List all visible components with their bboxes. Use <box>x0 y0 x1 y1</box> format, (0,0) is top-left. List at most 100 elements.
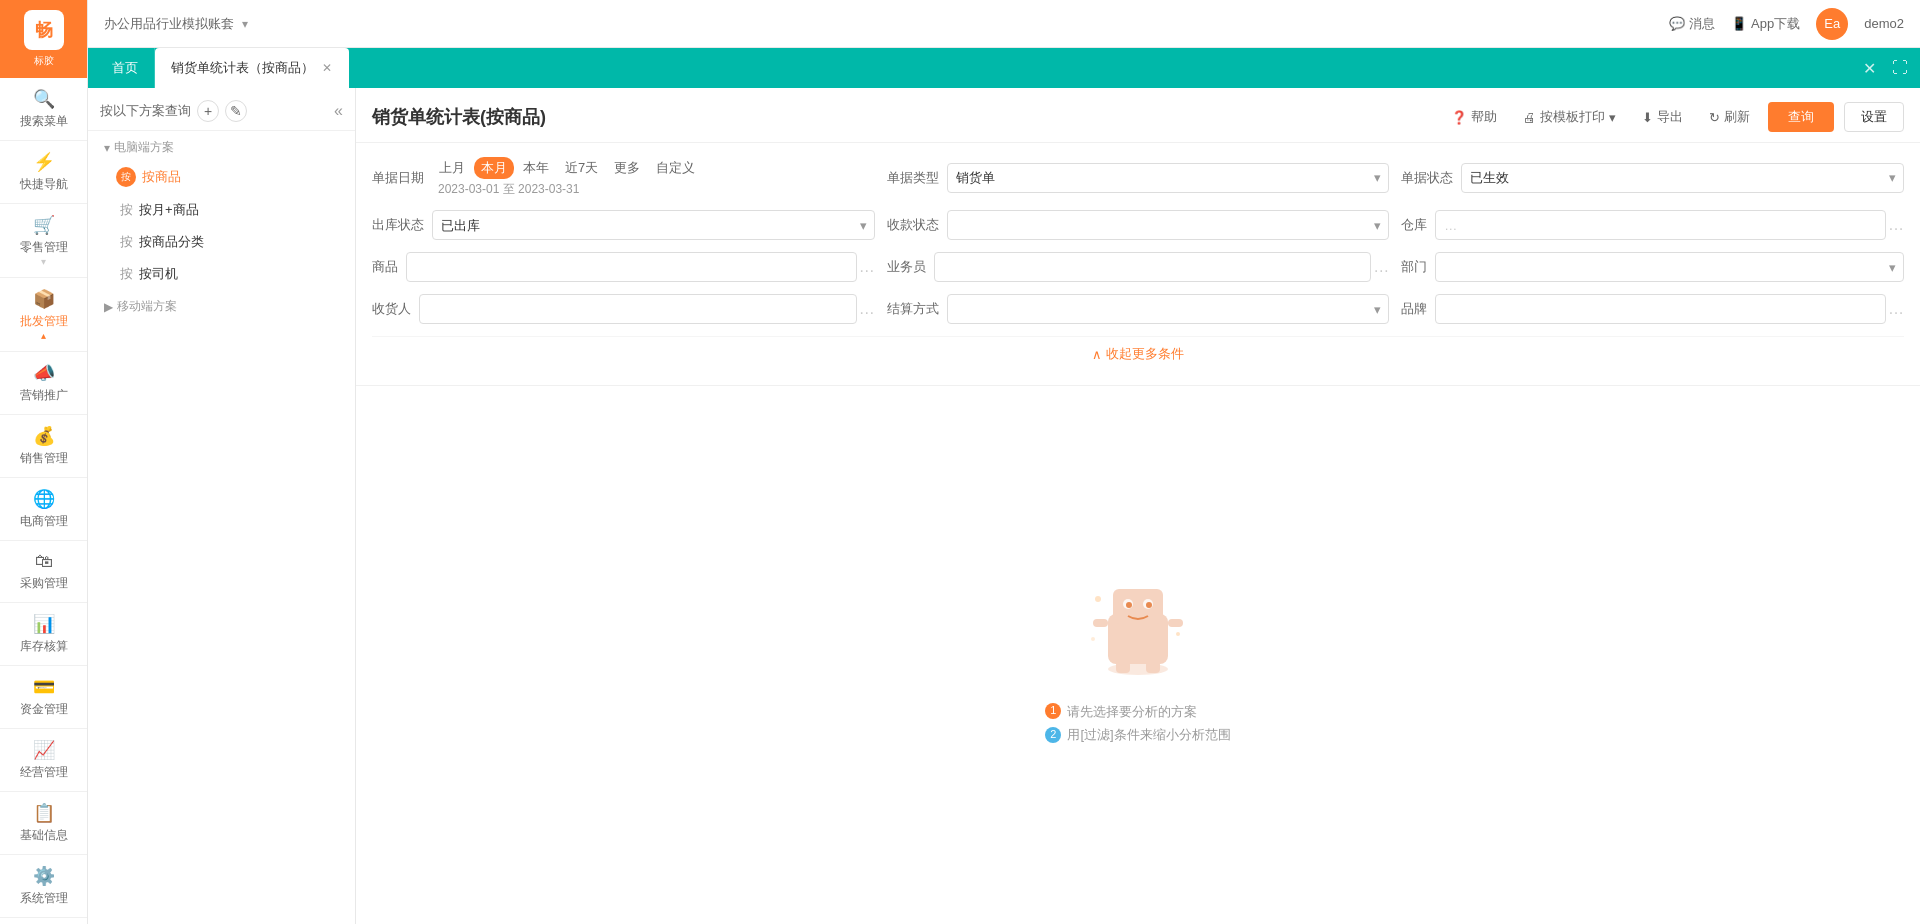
sidebar-item-purchase[interactable]: 🛍 采购管理 <box>0 541 87 603</box>
tip-dot-2: 2 <box>1045 727 1061 743</box>
recipient-input[interactable] <box>419 294 857 324</box>
warehouse-ellipsis[interactable]: … <box>1888 216 1904 234</box>
add-scheme-btn[interactable]: + <box>197 100 219 122</box>
settlement-select[interactable] <box>947 294 1390 324</box>
date-last-month-btn[interactable]: 上月 <box>432 157 472 179</box>
edit-scheme-btn[interactable]: ✎ <box>225 100 247 122</box>
sidebar-item-label: 电商管理 <box>20 513 68 530</box>
settings-btn[interactable]: 设置 <box>1844 102 1904 132</box>
sidebar-item-ecommerce[interactable]: 🌐 电商管理 <box>0 478 87 541</box>
sidebar-item-inventory[interactable]: 📊 库存核算 <box>0 603 87 666</box>
warehouse-input[interactable] <box>1435 210 1886 240</box>
tree-item-by-driver[interactable]: 按 按司机 <box>120 258 355 290</box>
tab-report[interactable]: 销货单统计表（按商品） ✕ <box>155 48 349 88</box>
sidebar-item-quicknav[interactable]: ⚡ 快捷导航 <box>0 141 87 204</box>
expand-icon-active: ▴ <box>41 330 46 341</box>
out-status-select[interactable]: 已出库 <box>432 210 875 240</box>
export-btn[interactable]: ⬇ 导出 <box>1634 104 1691 130</box>
retail-icon: 🛒 <box>33 214 55 236</box>
print-icon: 🖨 <box>1523 110 1536 125</box>
purchase-icon: 🛍 <box>35 551 53 572</box>
sidebar-item-basicinfo[interactable]: 📋 基础信息 <box>0 792 87 855</box>
doc-status-label: 单据状态 <box>1401 169 1453 187</box>
date-last7-btn[interactable]: 近7天 <box>558 157 605 179</box>
brand-input[interactable] <box>1435 294 1886 324</box>
filter-department: 部门 <box>1401 252 1904 282</box>
sidebar-item-label: 资金管理 <box>20 701 68 718</box>
mobile-section-label: ▶ 移动端方案 <box>88 290 355 319</box>
industry-dropdown-icon[interactable]: ▾ <box>242 17 248 31</box>
filter-row-2: 出库状态 已出库 收款状态 <box>372 210 1904 240</box>
user-name: demo2 <box>1864 16 1904 31</box>
brand-ellipsis[interactable]: … <box>1888 300 1904 318</box>
date-more-btn[interactable]: 更多 <box>607 157 647 179</box>
empty-state: 1 请先选择要分析的方案 2 用[过滤]条件来缩小分析范围 <box>356 386 1920 924</box>
tab-home[interactable]: 首页 <box>96 48 155 88</box>
sidebar-item-retail[interactable]: 🛒 零售管理 ▾ <box>0 204 87 278</box>
search-nav-icon: 🔍 <box>33 88 55 110</box>
tab-close-button[interactable]: ✕ <box>322 61 332 75</box>
user-avatar[interactable]: Ea <box>1816 8 1848 40</box>
filter-doc-status: 单据状态 已生效 <box>1401 157 1904 198</box>
department-select[interactable] <box>1435 252 1904 282</box>
tabbar-actions: ✕ ⛶ <box>1859 55 1920 82</box>
collapse-arrow-icon: ∧ <box>1092 347 1102 362</box>
salesperson-input[interactable] <box>934 252 1372 282</box>
sidebar-item-wholesale[interactable]: 📦 批发管理 ▴ <box>0 278 87 352</box>
help-btn[interactable]: ❓ 帮助 <box>1443 104 1505 130</box>
tree-item-by-goods[interactable]: 按 按商品 <box>88 160 355 194</box>
goods-input[interactable] <box>406 252 857 282</box>
doc-type-select[interactable]: 销货单 <box>947 163 1390 193</box>
app-download-btn[interactable]: 📱 App下载 <box>1731 15 1800 33</box>
sidebar-item-finance[interactable]: 💳 资金管理 <box>0 666 87 729</box>
sidebar-item-system[interactable]: ⚙️ 系统管理 <box>0 855 87 918</box>
ecommerce-icon: 🌐 <box>33 488 55 510</box>
topbar: 办公用品行业模拟账套 ▾ 💬 消息 📱 App下载 Ea demo2 <box>88 0 1920 48</box>
sidebar-item-search[interactable]: 🔍 搜索菜单 <box>0 78 87 141</box>
svg-rect-9 <box>1116 661 1130 673</box>
filter-row-3: 商品 … 业务员 … 部门 <box>372 252 1904 282</box>
print-btn[interactable]: 🖨 按模板打印 ▾ <box>1515 104 1624 130</box>
refresh-btn[interactable]: ↻ 刷新 <box>1701 104 1758 130</box>
recipient-ellipsis[interactable]: … <box>859 300 875 318</box>
finance-icon: 💳 <box>33 676 55 698</box>
page-title: 销货单统计表(按商品) <box>372 105 546 129</box>
tab-maximize-btn[interactable]: ⛶ <box>1888 55 1912 81</box>
department-select-wrap <box>1435 252 1904 282</box>
tip-line-1: 1 请先选择要分析的方案 <box>1045 700 1230 723</box>
industry-label: 办公用品行业模拟账套 <box>104 15 234 33</box>
by-driver-icon: 按 <box>120 265 133 283</box>
warehouse-input-wrap: … <box>1435 210 1904 240</box>
date-this-year-btn[interactable]: 本年 <box>516 157 556 179</box>
sidebar-item-operations[interactable]: 📈 经营管理 <box>0 729 87 792</box>
goods-ellipsis[interactable]: … <box>859 258 875 276</box>
collapse-filter-btn[interactable]: ∧ 收起更多条件 <box>372 336 1904 371</box>
sidebar-item-enterprise[interactable]: 🏢 企业协同 <box>0 918 87 924</box>
settlement-select-wrap <box>947 294 1390 324</box>
mobile-section: ▶ 移动端方案 <box>88 290 355 319</box>
svg-point-12 <box>1176 632 1180 636</box>
payment-status-label: 收款状态 <box>887 216 939 234</box>
tree-item-by-month-goods[interactable]: 按 按月+商品 <box>120 194 355 226</box>
edit-icon: ✎ <box>230 103 242 119</box>
query-btn[interactable]: 查询 <box>1768 102 1834 132</box>
doc-status-select[interactable]: 已生效 <box>1461 163 1904 193</box>
message-btn[interactable]: 💬 消息 <box>1669 15 1715 33</box>
sidebar-item-label: 采购管理 <box>20 575 68 592</box>
marketing-icon: 📣 <box>33 362 55 384</box>
by-month-label: 按月+商品 <box>139 201 199 219</box>
salesperson-ellipsis[interactable]: … <box>1373 258 1389 276</box>
sidebar-item-marketing[interactable]: 📣 营销推广 <box>0 352 87 415</box>
date-custom-btn[interactable]: 自定义 <box>649 157 702 179</box>
date-input-wrap: 上月 本月 本年 近7天 更多 自定义 2023-03-01 至 2023-03… <box>432 157 875 198</box>
payment-status-select[interactable] <box>947 210 1390 240</box>
out-status-label: 出库状态 <box>372 216 424 234</box>
logo-icon[interactable]: 畅 <box>24 10 64 50</box>
tree-item-by-category[interactable]: 按 按商品分类 <box>120 226 355 258</box>
collapse-panel-btn[interactable]: « <box>334 102 343 120</box>
date-this-month-btn[interactable]: 本月 <box>474 157 514 179</box>
topbar-right: 💬 消息 📱 App下载 Ea demo2 <box>1669 8 1904 40</box>
sidebar-item-sales[interactable]: 💰 销售管理 <box>0 415 87 478</box>
tab-close-window-btn[interactable]: ✕ <box>1859 55 1880 82</box>
sidebar-item-label: 系统管理 <box>20 890 68 907</box>
